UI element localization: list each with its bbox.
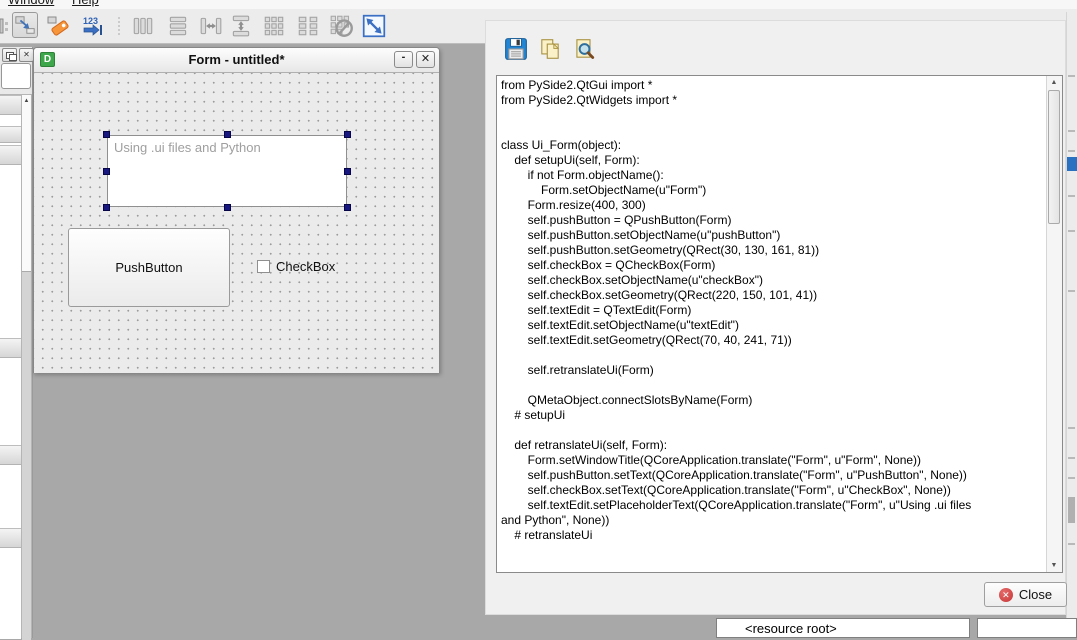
property-panel-edge <box>1066 12 1077 618</box>
copy-button[interactable] <box>538 37 562 61</box>
widget-category-header[interactable] <box>0 445 21 465</box>
minimize-button[interactable]: - <box>394 51 413 68</box>
layout-grid-button[interactable] <box>262 14 286 38</box>
selection-handle-sw[interactable] <box>103 204 110 211</box>
svg-text:123: 123 <box>83 16 98 26</box>
checkbox-widget[interactable]: CheckBox <box>257 259 335 274</box>
widgetbox-scrollbar-thumb[interactable] <box>22 271 31 640</box>
resource-root-label[interactable]: <resource root> <box>745 621 837 636</box>
close-button[interactable]: ✕ <box>416 51 435 68</box>
widget-list[interactable] <box>0 94 21 639</box>
break-layout-icon <box>329 14 355 38</box>
form-titlebar[interactable]: D Form - untitled* - ✕ <box>34 48 439 73</box>
selection-handle-w[interactable] <box>103 168 110 175</box>
layout-form-icon <box>296 14 320 38</box>
edit-buddies-icon <box>46 14 70 38</box>
pushbutton-widget[interactable]: PushButton <box>68 228 230 307</box>
layout-horizontally-icon <box>131 14 155 38</box>
save-icon <box>504 37 528 61</box>
checkbox-label: CheckBox <box>276 259 335 274</box>
toolbar-separator <box>118 16 120 36</box>
edit-buddies-button[interactable] <box>46 14 70 38</box>
layout-vertically-icon <box>166 14 190 38</box>
edit-signals-slots-button[interactable] <box>12 12 38 38</box>
code-preview-toolbar <box>504 37 596 61</box>
selection-handle-ne[interactable] <box>344 131 351 138</box>
close-dialog-button[interactable]: ✕ Close <box>984 582 1067 607</box>
checkbox-box[interactable] <box>257 260 270 273</box>
widget-category-header[interactable] <box>0 338 21 358</box>
property-scrollbar-thumb[interactable] <box>1068 497 1075 523</box>
widget-category-header[interactable] <box>0 145 21 165</box>
adjust-size-button[interactable] <box>361 13 385 37</box>
menubar: Window Help <box>0 0 1077 9</box>
selected-property-row <box>1067 157 1077 171</box>
selection-handle-nw[interactable] <box>103 131 110 138</box>
close-button-label: Close <box>1019 587 1052 602</box>
copy-icon <box>538 37 562 61</box>
edit-tab-order-icon: 123 <box>80 14 104 38</box>
layout-vertical-splitter-button[interactable] <box>229 14 253 38</box>
adjust-size-icon <box>361 13 387 39</box>
selection-handle-e[interactable] <box>344 168 351 175</box>
layout-horizontal-splitter-button[interactable] <box>199 14 223 38</box>
code-text[interactable]: from PySide2.QtGui import * from PySide2… <box>497 76 1062 545</box>
selection-handle-n[interactable] <box>224 131 231 138</box>
selection-handle-s[interactable] <box>224 204 231 211</box>
code-scrollbar[interactable]: ▲ ▼ <box>1046 76 1062 572</box>
layout-grid-icon <box>262 14 286 38</box>
close-circle-icon: ✕ <box>999 588 1013 602</box>
break-layout-button[interactable] <box>329 14 353 38</box>
float-panel-button[interactable] <box>2 48 17 62</box>
widgetbox-scrollbar[interactable]: ▲ <box>21 94 32 638</box>
layout-horizontally-button[interactable] <box>131 14 155 38</box>
layout-vertical-splitter-icon <box>229 14 253 38</box>
widget-category-header[interactable] <box>0 95 21 115</box>
textedit-placeholder: Using .ui files and Python <box>114 140 261 155</box>
menu-item-help[interactable]: Help <box>72 0 99 7</box>
edit-widgets-icon[interactable] <box>0 15 8 37</box>
save-button[interactable] <box>504 37 528 61</box>
widget-category-header[interactable] <box>0 126 21 143</box>
code-preview-dialog: from PySide2.QtGui import * from PySide2… <box>485 20 1066 615</box>
edit-signals-slots-icon <box>14 14 36 36</box>
layout-vertically-button[interactable] <box>166 14 190 38</box>
edit-tab-order-button[interactable]: 123 <box>80 14 104 38</box>
textedit-widget[interactable]: Using .ui files and Python <box>107 135 347 207</box>
code-scrollbar-thumb[interactable] <box>1048 90 1060 224</box>
selection-handle-se[interactable] <box>344 204 351 211</box>
close-icon: ✕ <box>23 50 30 59</box>
scroll-up-icon[interactable]: ▲ <box>22 95 31 107</box>
widget-filter-input[interactable] <box>1 63 31 89</box>
form-window-title: Form - untitled* <box>34 52 439 67</box>
menu-item-window[interactable]: Window <box>8 0 54 7</box>
close-panel-button[interactable]: ✕ <box>19 48 34 62</box>
code-editor[interactable]: from PySide2.QtGui import * from PySide2… <box>496 75 1063 573</box>
resource-preview-panel <box>977 618 1077 638</box>
widget-category-header[interactable] <box>0 528 21 548</box>
scroll-down-button[interactable]: ▼ <box>1047 559 1061 572</box>
layout-form-button[interactable] <box>296 14 320 38</box>
find-icon <box>572 37 596 61</box>
form-window: D Form - untitled* - ✕ Using .ui files a… <box>33 47 440 373</box>
layout-horizontal-splitter-icon <box>199 14 223 38</box>
scroll-up-button[interactable]: ▲ <box>1047 76 1061 89</box>
resource-browser-panel: <resource root> <box>716 618 970 638</box>
find-button[interactable] <box>572 37 596 61</box>
form-canvas[interactable]: Using .ui files and Python PushButton Ch… <box>34 73 439 373</box>
widget-box-panel: ✕ ▲ <box>0 47 33 638</box>
